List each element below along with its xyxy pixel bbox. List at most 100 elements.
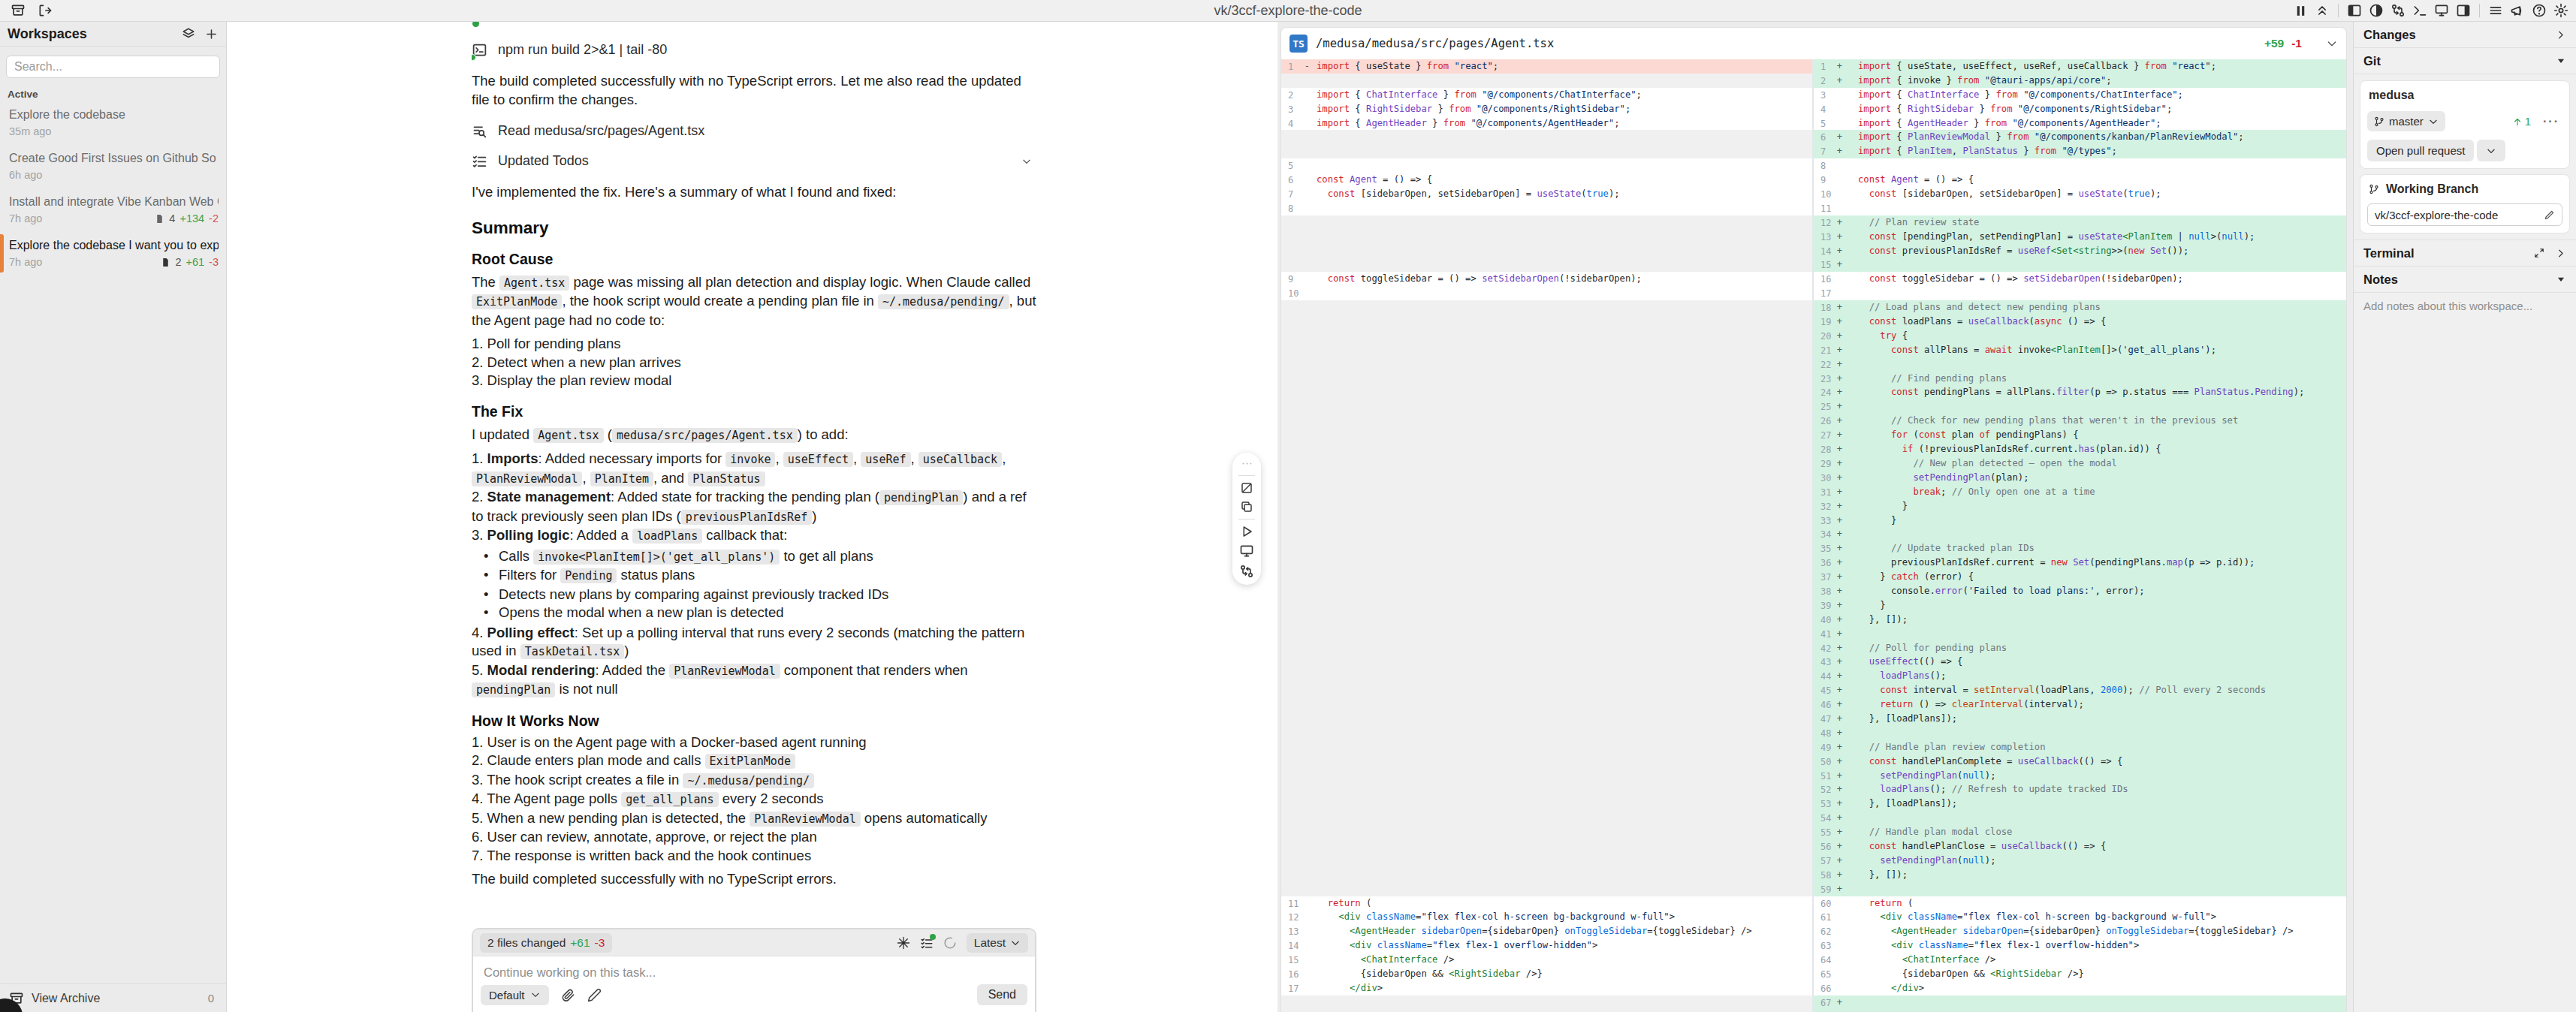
menu-icon[interactable] bbox=[2488, 3, 2503, 18]
list-item: 4. The Agent page polls get_all_plans ev… bbox=[472, 790, 1036, 809]
diff-line bbox=[1281, 641, 1812, 655]
chevrons-up-icon[interactable] bbox=[2315, 3, 2330, 18]
status-dot bbox=[472, 22, 479, 27]
message-input[interactable]: Continue working on this task... bbox=[473, 956, 1035, 980]
chevron-right-icon bbox=[2555, 29, 2566, 41]
drag-handle-icon[interactable] bbox=[1241, 457, 1253, 470]
send-button[interactable]: Send bbox=[977, 984, 1027, 1005]
workspace-item[interactable]: Create Good First Issues on Github So po… bbox=[0, 146, 226, 187]
workspace-item[interactable]: Explore the codebase I want you to explo… bbox=[0, 233, 226, 274]
workspace-time: 35m ago bbox=[9, 125, 51, 137]
diff-line bbox=[1281, 144, 1812, 158]
diff-line: 16 const toggleSidebar = () => setSideba… bbox=[1814, 272, 2346, 286]
file-icon bbox=[161, 258, 170, 267]
diff-removed: -1 bbox=[2291, 37, 2302, 50]
mode-dropdown[interactable]: Default bbox=[481, 985, 549, 1005]
diff-line bbox=[1281, 485, 1812, 499]
diff-line: 26+ // Check for new pending plans that … bbox=[1814, 414, 2346, 428]
workspace-time: 7h ago bbox=[9, 212, 42, 224]
workspace-item[interactable]: Explore the codebase35m ago bbox=[0, 102, 226, 143]
search-input[interactable]: Search... bbox=[6, 56, 220, 78]
git-compare-icon[interactable] bbox=[1239, 564, 1254, 579]
diff-line: 3import { ChatInterface } from "@/compon… bbox=[1814, 88, 2346, 102]
diff-line: 4import { AgentHeader } from "@/componen… bbox=[1281, 116, 1812, 131]
diff-line: 2import { ChatInterface } from "@/compon… bbox=[1281, 88, 1812, 102]
diff-new-pane[interactable]: 1+import { useState, useEffect, useRef, … bbox=[1814, 59, 2346, 1012]
panel-left-icon[interactable] bbox=[2347, 3, 2362, 18]
diff-line: 40+ }, []); bbox=[1814, 613, 2346, 627]
inline-code: PlanReviewModal bbox=[472, 471, 582, 486]
monitor-icon[interactable] bbox=[1239, 544, 1254, 559]
pr-dropdown-button[interactable] bbox=[2477, 140, 2505, 161]
copy-icon[interactable] bbox=[1240, 500, 1253, 514]
tool-call-row[interactable]: Read medusa/src/pages/Agent.tsx bbox=[472, 123, 1036, 139]
spark-icon[interactable] bbox=[897, 936, 910, 950]
workspace-item[interactable]: Install and integrate Vibe Kanban Web C7… bbox=[0, 189, 226, 230]
diff-line: 17 bbox=[1814, 286, 2346, 300]
inline-code: invoke<PlanItem[]>('get_all_plans') bbox=[533, 550, 780, 565]
play-icon[interactable] bbox=[1240, 525, 1253, 538]
changes-section-header[interactable]: Changes bbox=[2354, 22, 2576, 48]
files-changed-badge[interactable]: 2 files changed +61 -3 bbox=[480, 933, 612, 953]
inline-code: useCallback bbox=[918, 452, 1002, 467]
diff-line bbox=[1281, 613, 1812, 627]
gear-icon[interactable] bbox=[2553, 3, 2568, 18]
branch-dropdown[interactable]: master bbox=[2367, 111, 2445, 131]
megaphone-icon[interactable] bbox=[2510, 3, 2525, 18]
git-section-header[interactable]: Git bbox=[2354, 48, 2576, 74]
diff-line: 54+ bbox=[1814, 811, 2346, 825]
diff-line: 16 {sidebarOpen && <RightSidebar />} bbox=[1281, 967, 1812, 981]
todos-status-icon[interactable] bbox=[920, 936, 934, 950]
diff-line bbox=[1281, 499, 1812, 514]
expand-icon[interactable] bbox=[2534, 248, 2544, 258]
contrast-icon[interactable] bbox=[2369, 3, 2384, 18]
message-paragraph: The build completed successfully with no… bbox=[472, 72, 1036, 109]
todos-icon bbox=[472, 153, 487, 169]
ordered-list: 1. Poll for pending plans2. Detect when … bbox=[472, 335, 1036, 390]
add-workspace-icon[interactable] bbox=[204, 27, 219, 41]
git-compare-icon[interactable] bbox=[2390, 3, 2406, 18]
pause-icon[interactable] bbox=[2294, 4, 2308, 18]
diff-line: 11 return ( bbox=[1281, 896, 1812, 911]
git-branch-icon bbox=[2374, 116, 2384, 127]
view-archive-row[interactable]: View Archive 0 bbox=[0, 983, 226, 1012]
diff-line: 29+ // New plan detected — open the moda… bbox=[1814, 456, 2346, 471]
terminal-icon[interactable] bbox=[2412, 3, 2427, 18]
help-icon[interactable] bbox=[2532, 3, 2547, 18]
caret-down-icon bbox=[2556, 274, 2566, 285]
diff-toggle-icon[interactable] bbox=[1240, 481, 1253, 495]
notes-section-header[interactable]: Notes bbox=[2354, 267, 2576, 293]
monitor-icon[interactable] bbox=[2434, 3, 2449, 18]
diff-old-pane[interactable]: 1-import { useState } from "react";2impo… bbox=[1281, 59, 1814, 1012]
layers-icon[interactable] bbox=[182, 27, 195, 41]
diff-line: 30+ setPendingPlan(plan); bbox=[1814, 471, 2346, 485]
pen-icon[interactable] bbox=[587, 988, 602, 1002]
pencil-icon[interactable] bbox=[2544, 209, 2555, 221]
terminal-section-header[interactable]: Terminal bbox=[2354, 240, 2576, 267]
list-item: 6. User can review, annotate, approve, o… bbox=[472, 828, 1036, 847]
diff-line: 9 const toggleSidebar = () => setSidebar… bbox=[1281, 272, 1812, 286]
notes-placeholder[interactable]: Add notes about this workspace... bbox=[2354, 293, 2576, 319]
list-item: 2. Detect when a new plan arrives bbox=[472, 354, 1036, 372]
diff-line: 6const Agent = () => { bbox=[1281, 173, 1812, 187]
latest-dropdown[interactable]: Latest bbox=[967, 933, 1028, 953]
diff-line bbox=[1281, 598, 1812, 613]
floating-toolbar bbox=[1232, 453, 1261, 585]
caret-down-icon bbox=[2556, 56, 2566, 66]
list-item: 1. User is on the Agent page with a Dock… bbox=[472, 733, 1036, 752]
tool-call-row[interactable]: npm run build 2>&1 | tail -80 bbox=[472, 42, 1036, 58]
chevron-down-icon bbox=[2486, 146, 2496, 156]
collapse-file-icon[interactable] bbox=[2326, 38, 2338, 50]
diff-line bbox=[1281, 825, 1812, 839]
chevron-down-icon[interactable] bbox=[1021, 156, 1032, 167]
diff-line bbox=[1281, 655, 1812, 669]
panel-right-icon[interactable] bbox=[2456, 3, 2471, 18]
tool-call-row[interactable]: Updated Todos bbox=[472, 153, 1036, 169]
working-branch-input[interactable]: vk/3ccf-explore-the-code bbox=[2367, 203, 2562, 226]
more-options-icon[interactable]: ··· bbox=[2543, 115, 2559, 128]
open-pr-button[interactable]: Open pull request bbox=[2367, 140, 2474, 161]
diff-line: 10 const [sidebarOpen, setSidebarOpen] =… bbox=[1814, 187, 2346, 201]
inline-code: invoke bbox=[725, 452, 775, 467]
attach-icon[interactable] bbox=[561, 988, 575, 1002]
ordered-list: 1. Imports: Added necessary imports for … bbox=[472, 450, 1036, 546]
